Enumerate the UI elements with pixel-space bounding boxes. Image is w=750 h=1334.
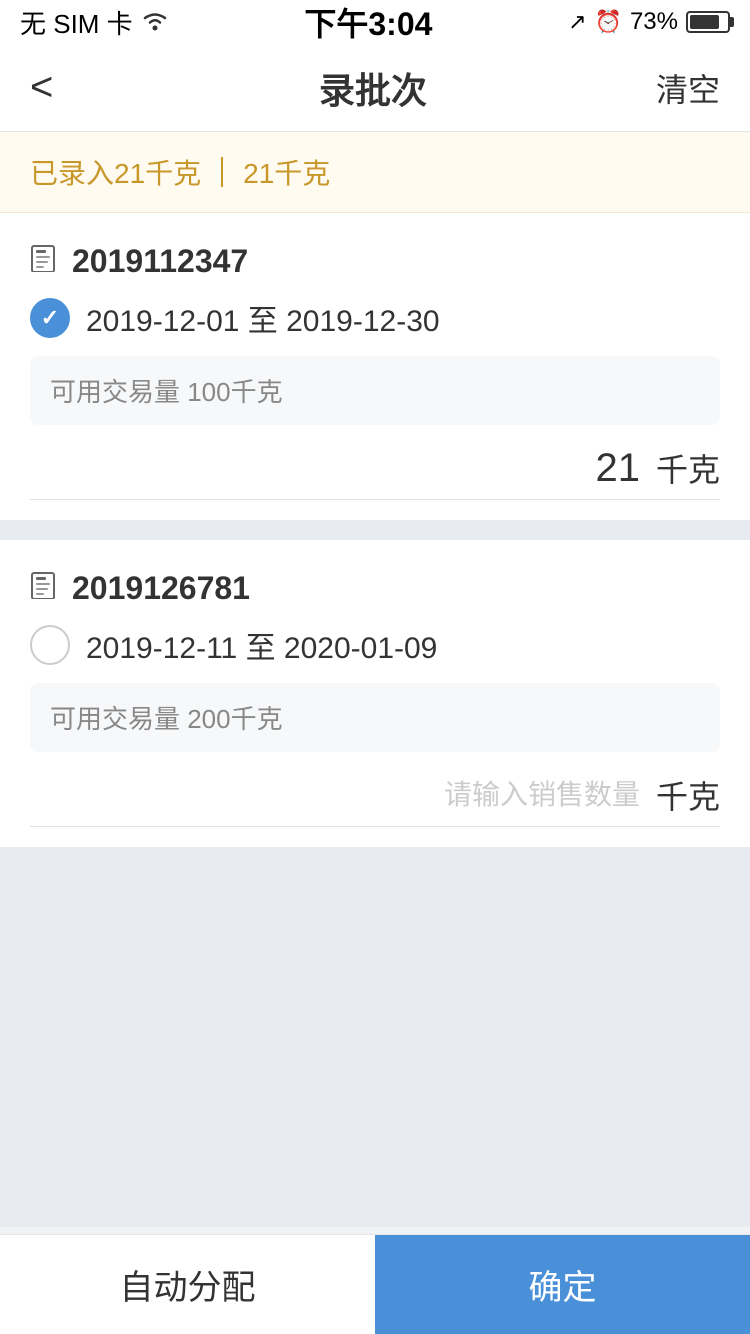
batch-quantity-row-1: 千克	[0, 425, 750, 520]
status-right: ↗ ⏰ 73%	[568, 8, 730, 36]
wifi-icon	[141, 7, 169, 38]
batch-date-1: 2019-12-01 至 2019-12-30	[86, 296, 440, 340]
alarm-icon: ⏰	[595, 9, 622, 35]
batch-date-2: 2019-12-11 至 2020-01-09	[86, 623, 437, 667]
batch-card-1: 2019112347 2019-12-01 至 2019-12-30 可用交易量…	[0, 213, 750, 520]
doc-icon-2	[30, 571, 60, 607]
quantity-underline-1: 千克	[30, 445, 720, 500]
battery-icon	[686, 11, 730, 33]
unit-label-2: 千克	[656, 772, 720, 818]
auto-distribute-button[interactable]: 自动分配	[0, 1235, 375, 1334]
page-title: 录批次	[319, 62, 427, 114]
recorded-value: 21千克	[243, 152, 330, 192]
batch-header-1: 2019112347	[30, 243, 720, 280]
back-button[interactable]: <	[30, 65, 90, 110]
batch-quota-1: 可用交易量 100千克	[30, 356, 720, 425]
unit-label-1: 千克	[656, 445, 720, 491]
batch-item-2: 2019126781 2019-12-11 至 2020-01-09 可用交易量…	[0, 540, 750, 752]
batch-date-row-1[interactable]: 2019-12-01 至 2019-12-30	[30, 296, 720, 340]
radio-btn-2[interactable]	[30, 625, 70, 665]
section-divider	[0, 520, 750, 540]
recorded-label: 已录入21千克	[30, 152, 201, 192]
quantity-input-2[interactable]	[340, 779, 640, 811]
status-left: 无 SIM 卡	[20, 4, 169, 41]
batch-date-row-2[interactable]: 2019-12-11 至 2020-01-09	[30, 623, 720, 667]
clear-button[interactable]: 清空	[656, 65, 720, 111]
empty-area	[0, 847, 750, 1227]
doc-icon-1	[30, 244, 60, 280]
quantity-underline-2: 千克	[30, 772, 720, 827]
batch-header-2: 2019126781	[30, 570, 720, 607]
location-icon: ↗	[568, 9, 586, 35]
info-banner: 已录入21千克 21千克	[0, 132, 750, 213]
battery-percent: 73%	[630, 8, 678, 36]
quantity-input-1[interactable]	[520, 446, 640, 491]
batch-card-2: 2019126781 2019-12-11 至 2020-01-09 可用交易量…	[0, 540, 750, 847]
batch-quota-2: 可用交易量 200千克	[30, 683, 720, 752]
batch-quantity-row-2: 千克	[0, 752, 750, 847]
batch-id-1: 2019112347	[72, 243, 248, 280]
radio-btn-1[interactable]	[30, 298, 70, 338]
sim-label: 无 SIM 卡	[20, 4, 133, 41]
status-time: 下午3:04	[304, 0, 432, 45]
bottom-bar: 自动分配 确定	[0, 1234, 750, 1334]
nav-bar: < 录批次 清空	[0, 44, 750, 132]
batch-id-2: 2019126781	[72, 570, 250, 607]
batch-item-1: 2019112347 2019-12-01 至 2019-12-30 可用交易量…	[0, 213, 750, 425]
confirm-button[interactable]: 确定	[375, 1235, 750, 1334]
banner-divider	[221, 157, 223, 187]
status-bar: 无 SIM 卡 下午3:04 ↗ ⏰ 73%	[0, 0, 750, 44]
